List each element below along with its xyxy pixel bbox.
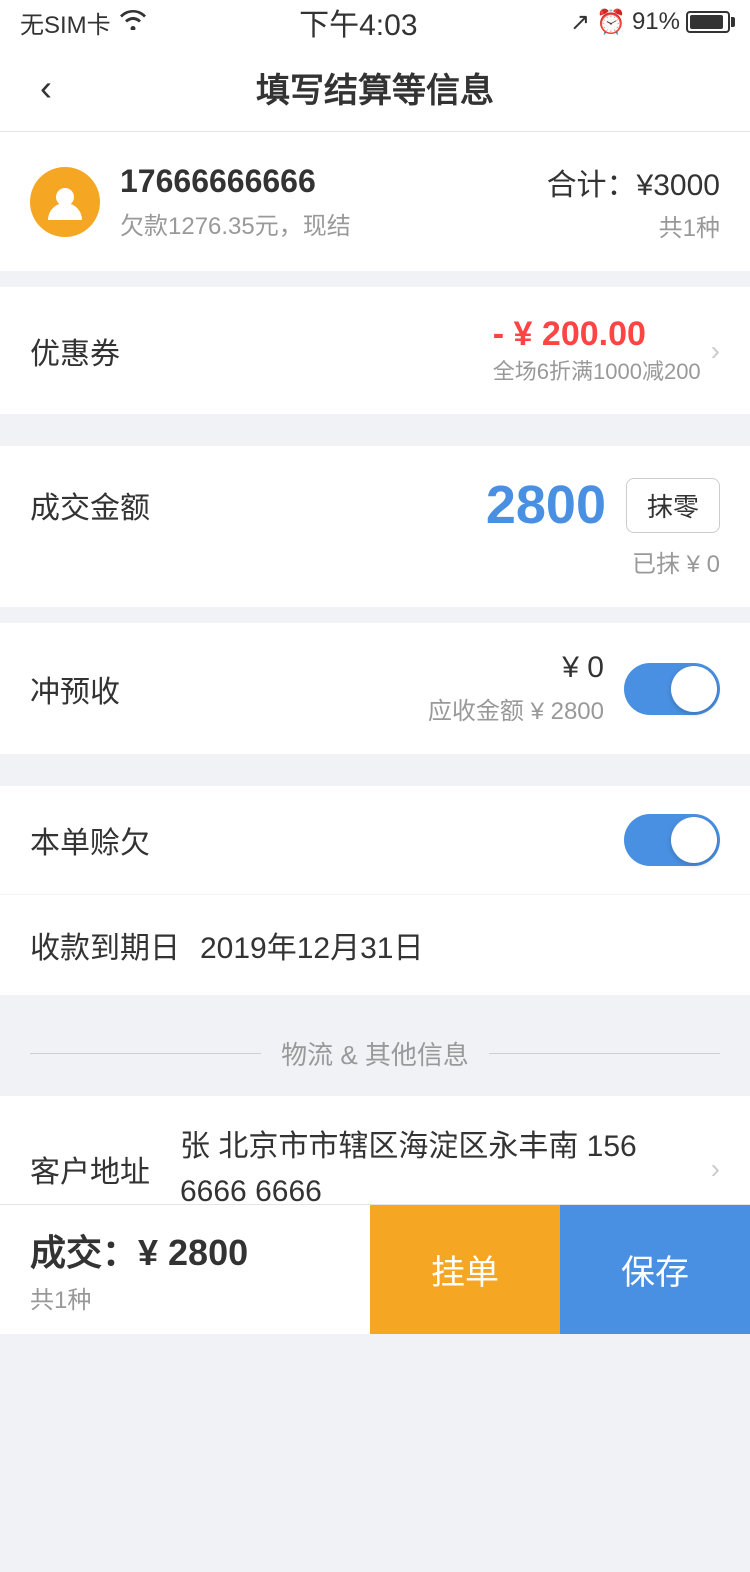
save-button[interactable]: 保存 [560, 1205, 750, 1334]
battery-percent: 91% [632, 8, 680, 36]
deal-label: 成交： [30, 1232, 138, 1273]
section-divider-2 [0, 754, 750, 770]
location-icon: ↗ [570, 8, 590, 37]
customer-right: 合计：¥3000 共1种 [547, 160, 720, 243]
amount-right: 2800 抹零 [486, 474, 720, 536]
back-icon: ‹ [40, 67, 52, 108]
bottom-summary: 成交：¥ 2800 共1种 [0, 1205, 370, 1334]
prepay-toggle[interactable] [624, 663, 720, 715]
avatar [30, 167, 100, 237]
bottom-deal: 成交：¥ 2800 [30, 1224, 340, 1276]
page-title: 填写结算等信息 [256, 63, 494, 112]
total-count: 共1种 [547, 208, 720, 243]
section-divider-1 [0, 430, 750, 446]
bottom-count: 共1种 [30, 1280, 340, 1315]
status-right: ↗ ⏰ 91% [570, 8, 730, 37]
divider-line-right [489, 1053, 720, 1054]
debt-section: 本单赊欠 [0, 786, 750, 894]
amount-section: 成交金额 2800 抹零 已抹 ¥ 0 [0, 446, 750, 607]
prepay-section: 冲预收 ¥ 0 应收金额 ¥ 2800 [0, 623, 750, 754]
amount-value: 2800 [486, 474, 606, 536]
coupon-label: 优惠券 [30, 329, 120, 373]
address-chevron-icon: › [711, 1153, 720, 1185]
amount-label: 成交金额 [30, 483, 150, 527]
address-value: 张 北京市市辖区海淀区永丰南 156 6666 6666 [180, 1124, 711, 1214]
customer-info: 17666666666 欠款1276.35元，现结 [120, 163, 351, 241]
wifi-icon [119, 8, 147, 37]
amount-sub: 已抹 ¥ 0 [30, 544, 720, 579]
bottom-bar: 成交：¥ 2800 共1种 挂单 保存 [0, 1204, 750, 1334]
customer-card: 17666666666 欠款1276.35元，现结 合计：¥3000 共1种 [0, 132, 750, 271]
deal-amount: ¥ 2800 [138, 1232, 248, 1273]
status-bar: 无SIM卡 下午4:03 ↗ ⏰ 91% [0, 0, 750, 44]
total-amount: 合计：¥3000 [547, 160, 720, 204]
save-button-label: 保存 [621, 1245, 689, 1294]
hang-button[interactable]: 挂单 [370, 1205, 560, 1334]
divider-line-left [30, 1053, 261, 1054]
carrier-text: 无SIM卡 [20, 5, 111, 40]
toggle-knob [671, 666, 717, 712]
prepay-right: ¥ 0 应收金额 ¥ 2800 [428, 651, 720, 726]
coupon-right: - ¥ 200.00 全场6折满1000减200 › [493, 315, 720, 386]
duedate-label: 收款到期日 [30, 923, 180, 967]
content: 17666666666 欠款1276.35元，现结 合计：¥3000 共1种 优… [0, 132, 750, 1572]
round-button[interactable]: 抹零 [626, 478, 720, 533]
nav-bar: ‹ 填写结算等信息 [0, 44, 750, 132]
status-time: 下午4:03 [299, 0, 417, 44]
coupon-chevron-icon: › [711, 335, 720, 367]
coupon-desc: 全场6折满1000减200 [493, 354, 701, 386]
duedate-section: 收款到期日 2019年12月31日 [0, 895, 750, 995]
debt-toggle[interactable] [624, 814, 720, 866]
logistics-label: 物流 & 其他信息 [281, 1035, 469, 1072]
debt-label: 本单赊欠 [30, 818, 150, 862]
back-button[interactable]: ‹ [30, 57, 62, 119]
prepay-row: 冲预收 ¥ 0 应收金额 ¥ 2800 [30, 651, 720, 726]
status-left: 无SIM卡 [20, 5, 147, 40]
battery-icon [686, 11, 730, 33]
alarm-icon: ⏰ [596, 8, 626, 37]
customer-left: 17666666666 欠款1276.35元，现结 [30, 163, 351, 241]
logistics-divider: 物流 & 其他信息 [0, 1011, 750, 1096]
customer-debt: 欠款1276.35元，现结 [120, 206, 351, 241]
address-label: 客户地址 [30, 1147, 150, 1191]
amount-row: 成交金额 2800 抹零 [30, 474, 720, 536]
customer-phone: 17666666666 [120, 163, 351, 200]
coupon-amount: - ¥ 200.00 [493, 315, 701, 354]
duedate-value: 2019年12月31日 [200, 923, 423, 967]
hang-button-label: 挂单 [431, 1245, 499, 1294]
duedate-row: 收款到期日 2019年12月31日 [30, 923, 720, 967]
prepay-label: 冲预收 [30, 667, 120, 711]
prepay-sub: 应收金额 ¥ 2800 [428, 691, 604, 726]
debt-toggle-knob [671, 817, 717, 863]
prepay-amount: ¥ 0 [428, 651, 604, 685]
coupon-section[interactable]: 优惠券 - ¥ 200.00 全场6折满1000减200 › [0, 287, 750, 414]
